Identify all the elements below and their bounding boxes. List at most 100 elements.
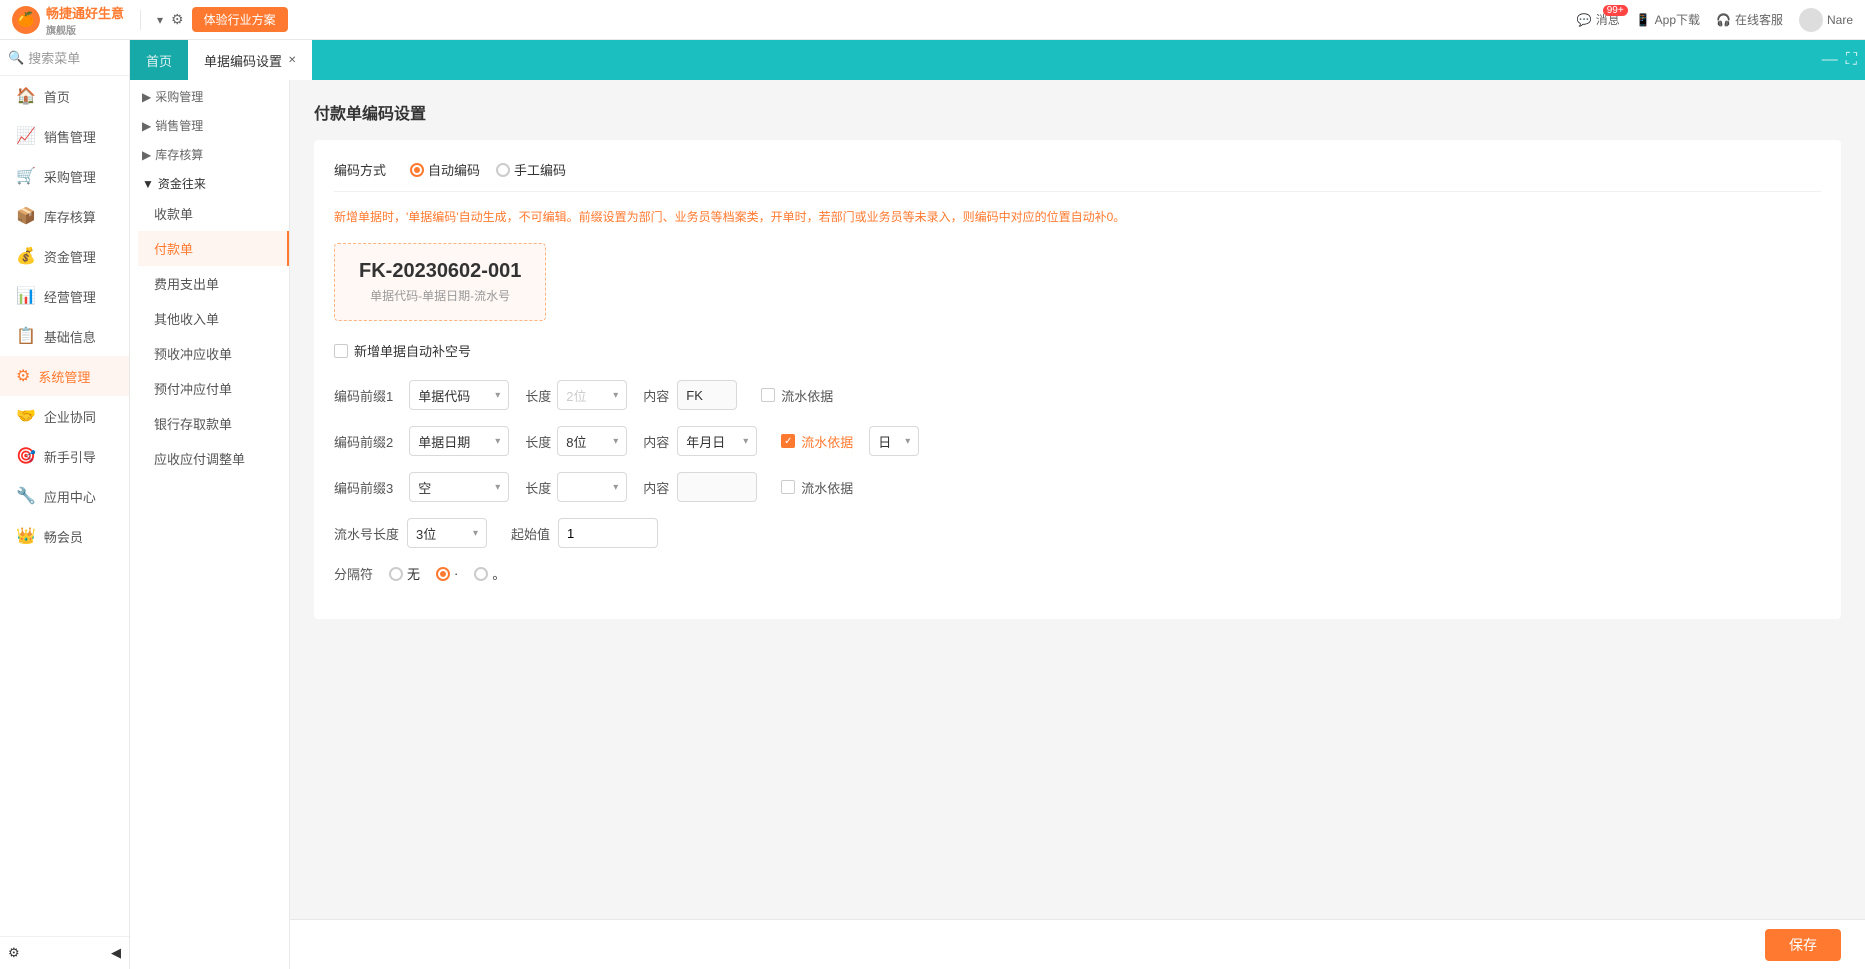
divider-row: 分隔符 无 · [334, 564, 1821, 583]
prefix1-length-select[interactable]: 2位 ▾ [557, 380, 627, 410]
online-service-button[interactable]: 🎧 在线客服 [1716, 11, 1783, 28]
tab-maximize-icon[interactable]: ⛶ [1846, 51, 1857, 69]
prefix2-length-select[interactable]: 8位 ▾ [557, 426, 627, 456]
collapse-icon[interactable]: ◀ [111, 945, 121, 961]
prefix2-content-select[interactable]: 年月日 ▾ [677, 426, 757, 456]
prefix3-serial-check[interactable]: 流水依据 [781, 478, 853, 497]
sub-menu-funds[interactable]: ▼ 资金往来 [130, 167, 289, 196]
prefix2-arrow: ▾ [495, 436, 500, 447]
prefix2-serial-arrow: ▾ [905, 436, 910, 447]
sidebar-item-apps[interactable]: 🔧 应用中心 [0, 476, 129, 516]
sub-menu-sales[interactable]: ▶ 销售管理 [130, 109, 289, 138]
sidebar-item-finance[interactable]: 💰 资金管理 [0, 236, 129, 276]
divider-dot[interactable]: · [436, 566, 458, 581]
divider-options: 无 · 。 [389, 564, 505, 583]
member-icon: 👑 [16, 526, 36, 546]
nav-dropdown-arrow: ▾ [157, 13, 163, 27]
prefix3-length-select[interactable]: ▾ [557, 472, 627, 502]
sub-menu-inventory[interactable]: ▶ 库存核算 [130, 138, 289, 167]
prefix1-select[interactable]: 单据代码 ▾ [409, 380, 509, 410]
prefix2-select[interactable]: 单据日期 ▾ [409, 426, 509, 456]
sub-item-adjust[interactable]: 应收应付调整单 [138, 441, 289, 476]
tab-home[interactable]: 首页 [130, 40, 188, 80]
auto-fill-checkbox[interactable]: 新增单据自动补空号 [334, 341, 471, 360]
sidebar-item-sales[interactable]: 📈 销售管理 [0, 116, 129, 156]
radio-auto[interactable]: 自动编码 [410, 160, 480, 179]
sub-sidebar: ▶ 采购管理 ▶ 销售管理 ▶ 库存核算 ▼ 资金往来 收款单 [130, 80, 290, 969]
page-title: 付款单编码设置 [314, 100, 1841, 124]
sub-item-other-income[interactable]: 其他收入单 [138, 301, 289, 336]
prefix2-label: 编码前缀2 [334, 432, 393, 451]
prefix1-label: 编码前缀1 [334, 386, 393, 405]
sub-menu-purchase[interactable]: ▶ 采购管理 [130, 80, 289, 109]
sidebar-item-purchase[interactable]: 🛒 采购管理 [0, 156, 129, 196]
top-bar: 🍊 畅捷通好生意 旗舰版 ▾ ⚙ 体验行业方案 💬 消息 99+ 📱 App下载… [0, 0, 1865, 40]
prefix2-serial-check[interactable]: ✓ 流水依据 [781, 432, 853, 451]
settings-bottom-icon[interactable]: ⚙ [8, 945, 20, 961]
main-layout: 🔍 搜索菜单 🏠 首页 📈 销售管理 🛒 采购管理 📦 库存核算 💰 资金管理 … [0, 40, 1865, 969]
tab-minimize-icon[interactable]: — [1822, 51, 1838, 69]
sub-item-payment[interactable]: 付款单 [138, 231, 289, 266]
sub-item-pre-pay[interactable]: 预付冲应付单 [138, 371, 289, 406]
prefix2-length-field: 长度 8位 ▾ [525, 426, 627, 456]
brand-text: 畅捷通好生意 旗舰版 [46, 3, 124, 37]
prefix1-serial-checkbox-box [761, 388, 775, 402]
sidebar-item-member[interactable]: 👑 畅会员 [0, 516, 129, 556]
sidebar-item-enterprise[interactable]: 🤝 企业协同 [0, 396, 129, 436]
prefix1-serial-check[interactable]: 流水依据 [761, 386, 833, 405]
prefix2-len-arrow: ▾ [613, 436, 618, 447]
prefix3-len-arrow: ▾ [613, 482, 618, 493]
radio-auto-circle [410, 163, 424, 177]
save-button[interactable]: 保存 [1765, 929, 1841, 961]
message-button[interactable]: 💬 消息 99+ [1577, 11, 1620, 28]
user-avatar[interactable]: Nare [1799, 8, 1853, 32]
settings-icon[interactable]: ⚙ [171, 11, 184, 28]
sub-item-receipt[interactable]: 收款单 [138, 196, 289, 231]
tab-close-icon[interactable]: ✕ [288, 55, 296, 66]
divider-dot-radio [436, 567, 450, 581]
sidebar-item-system[interactable]: ⚙ 系统管理 [0, 356, 129, 396]
sidebar-item-basic-info[interactable]: 📋 基础信息 [0, 316, 129, 356]
purchase-icon: 🛒 [16, 166, 36, 186]
trial-button[interactable]: 体验行业方案 [192, 7, 288, 32]
sub-inventory-arrow: ▶ [142, 148, 151, 162]
serial-length-select[interactable]: 3位 ▾ [407, 518, 487, 548]
guide-icon: 🎯 [16, 446, 36, 466]
divider-period[interactable]: 。 [474, 564, 505, 583]
sidebar-item-guide[interactable]: 🎯 新手引导 [0, 436, 129, 476]
prefix2-row: 编码前缀2 单据日期 ▾ 长度 8位 ▾ [334, 426, 1821, 456]
app-download-button[interactable]: 📱 App下载 [1636, 11, 1700, 28]
sub-item-pre-receive[interactable]: 预收冲应收单 [138, 336, 289, 371]
prefix2-content-arrow: ▾ [743, 436, 748, 447]
prefix3-arrow: ▾ [495, 482, 500, 493]
serial-start-field: 起始值 [511, 518, 658, 548]
divider-none[interactable]: 无 [389, 564, 420, 583]
tab-voucher-code[interactable]: 单据编码设置 ✕ [188, 40, 312, 80]
prefix3-content-field: 内容 [643, 472, 757, 502]
sidebar-search[interactable]: 🔍 搜索菜单 [0, 40, 129, 76]
prefix3-serial-checkbox-box [781, 480, 795, 494]
inventory-icon: 📦 [16, 206, 36, 226]
radio-manual[interactable]: 手工编码 [496, 160, 566, 179]
app-icon: 📱 [1636, 13, 1651, 27]
sidebar-item-home[interactable]: 🏠 首页 [0, 76, 129, 116]
prefix3-select[interactable]: 空 ▾ [409, 472, 509, 502]
page-wrapper: 付款单编码设置 编码方式 自动编码 [290, 80, 1865, 969]
sidebar-item-operations[interactable]: 📊 经营管理 [0, 276, 129, 316]
apps-icon: 🔧 [16, 486, 36, 506]
serial-length-field: 流水号长度 3位 ▾ [334, 518, 487, 548]
sub-item-bank[interactable]: 银行存取款单 [138, 406, 289, 441]
brand: 🍊 畅捷通好生意 旗舰版 [12, 3, 124, 37]
sub-funds-arrow: ▼ [142, 177, 154, 191]
main-area: 首页 单据编码设置 ✕ — ⛶ ▶ 采购管理 ▶ 销售管理 [130, 40, 1865, 969]
prefix2-serial-value-select[interactable]: 日 ▾ [869, 426, 919, 456]
page-content: 付款单编码设置 编码方式 自动编码 [290, 80, 1865, 919]
sub-purchase-arrow: ▶ [142, 90, 151, 104]
serial-start-input[interactable] [558, 518, 658, 548]
auto-fill-check-box [334, 344, 348, 358]
serial-row: 流水号长度 3位 ▾ 起始值 [334, 518, 1821, 548]
code-desc: 单据代码-单据日期-流水号 [359, 287, 521, 304]
sub-item-expense[interactable]: 费用支出单 [138, 266, 289, 301]
sidebar-item-inventory[interactable]: 📦 库存核算 [0, 196, 129, 236]
nav-dropdown[interactable]: ▾ [157, 13, 163, 27]
